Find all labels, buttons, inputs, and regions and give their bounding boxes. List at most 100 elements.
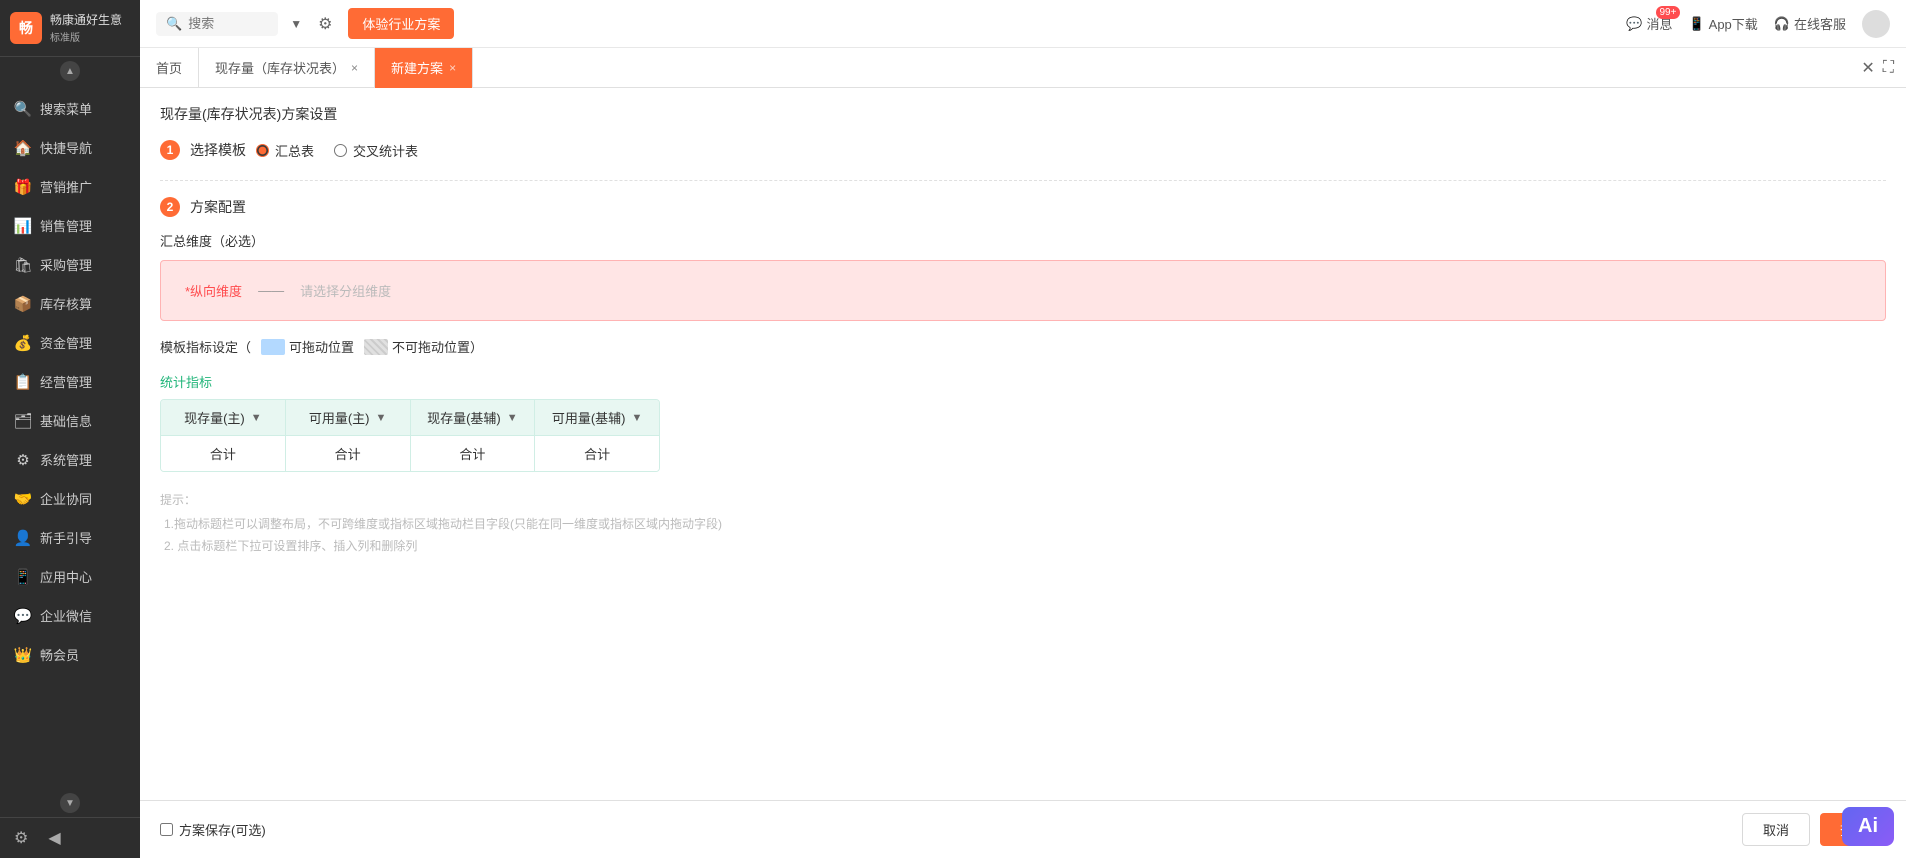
save-label: 方案保存(可选) xyxy=(179,820,266,839)
tab-inventory-status-close[interactable]: × xyxy=(351,61,358,75)
user-area[interactable] xyxy=(1862,10,1890,38)
tip-item-2: 2. 点击标题栏下拉可设置排序、插入列和删除列 xyxy=(160,536,1886,558)
purchase-icon: 🛍 xyxy=(14,256,32,274)
section1-title: 选择模板 xyxy=(190,140,246,160)
industry-btn[interactable]: 体验行业方案 xyxy=(348,8,454,39)
col3-dropdown-btn[interactable]: ▼ xyxy=(507,412,518,424)
sidebar-item-system-label: 系统管理 xyxy=(40,450,92,469)
sidebar-item-system[interactable]: ⚙ 系统管理 xyxy=(0,440,140,479)
sidebar-item-enterprise-wechat-label: 企业微信 xyxy=(40,606,92,625)
col2-dropdown-btn[interactable]: ▼ xyxy=(376,412,387,424)
section2-number: 2 xyxy=(160,197,180,217)
tab-inventory-status[interactable]: 现存量（库存状况表） × xyxy=(199,48,375,88)
radio-cross-input[interactable] xyxy=(334,144,347,157)
tab-bar: 首页 现存量（库存状况表） × 新建方案 × ✕ ⛶ xyxy=(140,48,1906,88)
sidebar-item-inventory[interactable]: 📦 库存核算 xyxy=(0,284,140,323)
sidebar-item-search-menu[interactable]: 🔍 搜索菜单 xyxy=(0,89,140,128)
radio-summary-input[interactable] xyxy=(256,144,269,157)
search-menu-icon: 🔍 xyxy=(14,100,32,118)
sidebar-footer: ⚙ ◀ xyxy=(0,817,140,858)
sidebar-item-marketing[interactable]: 🎁 营销推广 xyxy=(0,167,140,206)
sidebar-item-purchase[interactable]: 🛍 采购管理 xyxy=(0,245,140,284)
sidebar-item-enterprise-wechat[interactable]: 💬 企业微信 xyxy=(0,596,140,635)
header-search-box[interactable]: 🔍 xyxy=(156,12,278,36)
operations-icon: 📋 xyxy=(14,373,32,391)
new-guide-icon: 👤 xyxy=(14,529,32,547)
sidebar-item-cooperation[interactable]: 🤝 企业协同 xyxy=(0,479,140,518)
section2-title: 方案配置 xyxy=(190,197,246,217)
sidebar-item-new-guide[interactable]: 👤 新手引导 xyxy=(0,518,140,557)
tab-home[interactable]: 首页 xyxy=(140,48,199,88)
sidebar-item-marketing-label: 营销推广 xyxy=(40,177,92,196)
draggable-box xyxy=(261,339,285,355)
fixed-box xyxy=(364,339,388,355)
search-dropdown-btn[interactable]: ▼ xyxy=(290,17,302,31)
col4-dropdown-btn[interactable]: ▼ xyxy=(632,412,643,424)
settings-icon[interactable]: ⚙ xyxy=(14,828,28,848)
app-name-block: 畅康通好生意 标准版 xyxy=(50,12,122,44)
sidebar-item-new-guide-label: 新手引导 xyxy=(40,528,92,547)
sidebar-item-operations[interactable]: 📋 经营管理 xyxy=(0,362,140,401)
search-input[interactable] xyxy=(188,16,268,31)
notification-icon: 💬 xyxy=(1626,16,1642,32)
fixed-indicator: 不可拖动位置） xyxy=(364,337,483,356)
sidebar-item-basic-info-label: 基础信息 xyxy=(40,411,92,430)
save-checkbox[interactable]: 方案保存(可选) xyxy=(160,820,266,839)
collapse-icon[interactable]: ◀ xyxy=(48,828,60,848)
online-service-area[interactable]: 🎧 在线客服 xyxy=(1774,14,1846,33)
tab-new-plan[interactable]: 新建方案 × xyxy=(375,48,473,88)
online-service-label: 在线客服 xyxy=(1794,14,1846,33)
tip-text-2: 2. 点击标题栏下拉可设置排序、插入列和删除列 xyxy=(164,536,417,558)
maximize-window-btn[interactable]: ⛶ xyxy=(1883,59,1894,77)
save-checkbox-input[interactable] xyxy=(160,823,173,836)
col4-label: 可用量(基辅) xyxy=(552,408,626,427)
main-content: 🔍 ▼ ⚙ 体验行业方案 💬 消息 99+ 📱 App下载 🎧 在线客服 xyxy=(140,0,1906,858)
stats-section: 统计指标 现存量(主) ▼ 可用量(主) ▼ xyxy=(160,372,1886,475)
tab-new-plan-label: 新建方案 xyxy=(391,58,443,77)
sidebar-item-cooperation-label: 企业协同 xyxy=(40,489,92,508)
col1-dropdown-btn[interactable]: ▼ xyxy=(251,412,262,424)
tab-new-plan-close[interactable]: × xyxy=(449,61,456,75)
dimension-area[interactable]: *纵向维度 —— 请选择分组维度 xyxy=(160,260,1886,321)
dimension-required-label: *纵向维度 xyxy=(185,281,242,300)
app-logo: 畅 畅康通好生意 标准版 xyxy=(0,0,140,57)
sidebar-item-sales[interactable]: 📊 销售管理 xyxy=(0,206,140,245)
radio-summary[interactable]: 汇总表 xyxy=(256,141,314,160)
top-header: 🔍 ▼ ⚙ 体验行业方案 💬 消息 99+ 📱 App下载 🎧 在线客服 xyxy=(140,0,1906,48)
content-area: 现存量(库存状况表)方案设置 1 选择模板 汇总表 交叉统计表 xyxy=(140,88,1906,800)
sidebar-item-app-center[interactable]: 📱 应用中心 xyxy=(0,557,140,596)
section-plan-config: 2 方案配置 汇总维度（必选） *纵向维度 —— 请选择分组维度 模板指标设定（… xyxy=(160,197,1886,557)
sidebar-item-finance[interactable]: 💰 资金管理 xyxy=(0,323,140,362)
search-icon: 🔍 xyxy=(166,16,182,32)
tips-section: 提示： 1.拖动标题栏可以调整布局，不可跨维度或指标区域拖动栏目字段(只能在同一… xyxy=(160,491,1886,557)
scroll-down-btn[interactable]: ▼ xyxy=(60,793,80,813)
scroll-up-btn[interactable]: ▲ xyxy=(60,61,80,81)
system-icon: ⚙ xyxy=(14,451,32,469)
sidebar-item-quick-nav[interactable]: 🏠 快捷导航 xyxy=(0,128,140,167)
app-download-label: App下载 xyxy=(1709,14,1758,33)
sidebar-item-finance-label: 资金管理 xyxy=(40,333,92,352)
app-name: 畅康通好生意 xyxy=(50,12,122,29)
page-title: 现存量(库存状况表)方案设置 xyxy=(160,104,1886,124)
col2-label: 可用量(主) xyxy=(309,408,370,427)
sidebar-item-basic-info[interactable]: 🗂 基础信息 xyxy=(0,401,140,440)
sidebar-item-app-center-label: 应用中心 xyxy=(40,567,92,586)
app-download-area[interactable]: 📱 App下载 xyxy=(1688,14,1757,33)
sidebar-item-member[interactable]: 👑 畅会员 xyxy=(0,635,140,674)
tip-text-1: 1.拖动标题栏可以调整布局，不可跨维度或指标区域拖动栏目字段(只能在同一维度或指… xyxy=(164,514,722,536)
gear-icon[interactable]: ⚙ xyxy=(314,10,336,38)
ai-badge[interactable]: Ai xyxy=(1842,807,1894,846)
basic-info-icon: 🗂 xyxy=(14,412,32,430)
cell-1: 合计 xyxy=(161,436,286,471)
notification-area[interactable]: 💬 消息 99+ xyxy=(1626,14,1672,33)
radio-cross[interactable]: 交叉统计表 xyxy=(334,141,418,160)
mobile-icon: 📱 xyxy=(1688,16,1704,32)
close-window-btn[interactable]: ✕ xyxy=(1861,58,1874,78)
tab-home-label: 首页 xyxy=(156,58,182,77)
col-header-2: 可用量(主) ▼ xyxy=(286,400,411,435)
indicator-config-label: 模板指标设定（ xyxy=(160,337,251,356)
marketing-icon: 🎁 xyxy=(14,178,32,196)
cancel-button[interactable]: 取消 xyxy=(1742,813,1810,846)
tip-item-1: 1.拖动标题栏可以调整布局，不可跨维度或指标区域拖动栏目字段(只能在同一维度或指… xyxy=(160,514,1886,536)
divider1 xyxy=(160,180,1886,181)
